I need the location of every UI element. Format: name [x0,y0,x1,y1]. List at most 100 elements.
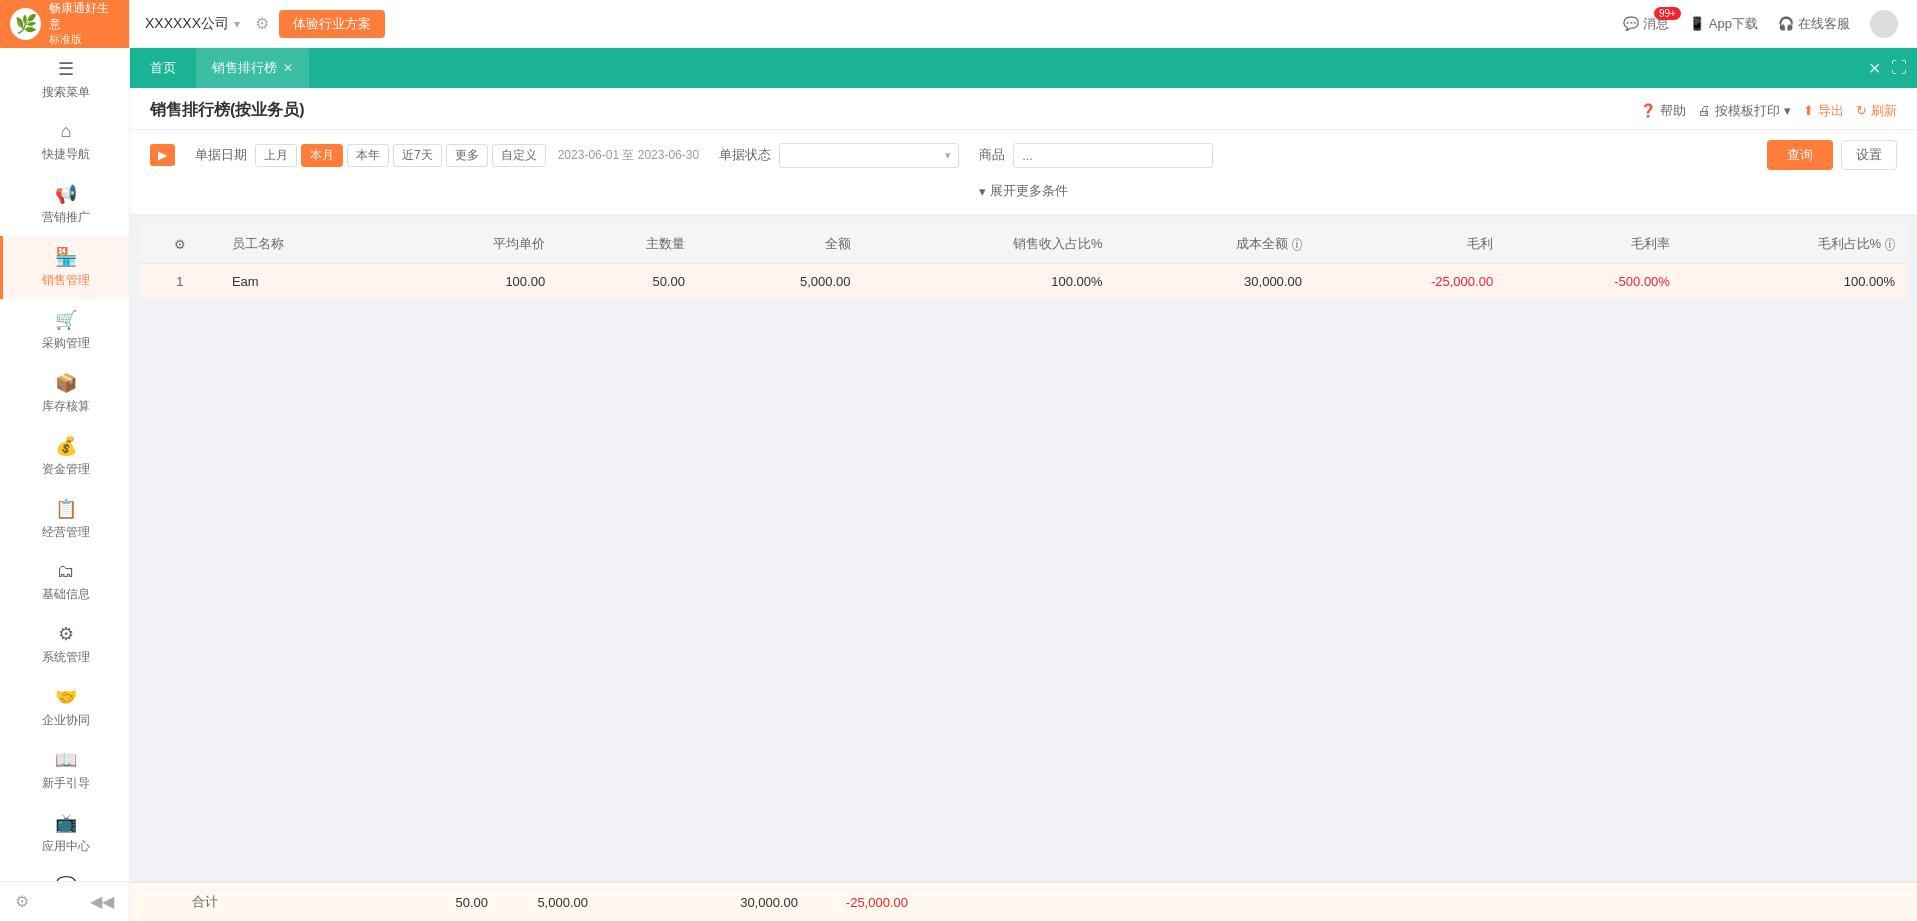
goods-input[interactable] [1013,143,1213,168]
print-btn[interactable]: 🖨 按模板打印 ▾ [1698,102,1791,120]
guide-icon: 📖 [55,749,77,771]
print-chevron-icon: ▾ [1784,103,1791,118]
date-btn-last-month[interactable]: 上月 [255,144,297,167]
refresh-label: 刷新 [1871,102,1897,120]
date-range: 2023-06-01 至 2023-06-30 [558,147,699,164]
table-header-row: ⚙ 员工名称 平均单价 主数量 全额 销售收入占比% 成本全额 i 毛利 毛利率… [140,225,1907,264]
expand-more-btn[interactable]: ▾ 展开更多条件 [150,178,1897,204]
app-download-label: App下载 [1709,15,1758,33]
goods-label: 商品 [979,146,1005,164]
summary-main-qty: 50.00 [420,895,500,910]
sidebar-item-quick-nav[interactable]: ⌂ 快捷导航 [0,111,129,173]
phone-icon: 📱 [1689,16,1705,31]
collapse-sidebar-icon[interactable]: ◀◀ [90,892,114,911]
inventory-label: 库存核算 [42,398,90,415]
summary-gross: -25,000.00 [810,895,920,910]
date-buttons: 上月 本月 本年 近7天 更多 自定义 [255,144,546,167]
status-select[interactable] [779,143,959,168]
col-gross-rate: 毛利率 [1505,225,1682,264]
date-btn-7days[interactable]: 近7天 [393,144,442,167]
col-settings[interactable]: ⚙ [140,225,220,264]
status-filter: 单据状态 [719,143,959,168]
summary-amount: 5,000.00 [500,895,600,910]
col-main-qty: 主数量 [557,225,697,264]
col-amount: 全额 [697,225,863,264]
system-label: 系统管理 [42,649,90,666]
filter-settings-btn[interactable]: 设置 [1841,140,1897,170]
main-table: ⚙ 员工名称 平均单价 主数量 全额 销售收入占比% 成本全额 i 毛利 毛利率… [140,225,1907,300]
refresh-icon: ↻ [1856,103,1867,118]
col-avg-price: 平均单价 [389,225,558,264]
sidebar-item-enterprise-wechat[interactable]: 💬 企业微信 [0,865,129,881]
help-btn[interactable]: ❓ 帮助 [1640,102,1686,120]
settings-footer-icon[interactable]: ⚙ [15,892,29,911]
sidebar-item-purchase-mgmt[interactable]: 🛒 采购管理 [0,299,129,362]
tab-close-icon[interactable]: ✕ [283,61,293,75]
action-buttons: 查询 设置 [1767,140,1897,170]
operations-icon: 📋 [55,498,77,520]
message-btn[interactable]: 💬 消息 99+ [1623,15,1669,33]
search-orders-label: 搜索菜单 [42,84,90,101]
tab-home[interactable]: 首页 [130,48,196,88]
cell-gross-rate: -500.00% [1505,264,1682,300]
print-label: 按模板打印 [1715,102,1780,120]
quick-nav-icon: ⌂ [61,121,72,142]
table-body: 1 Eam 100.00 50.00 5,000.00 100.00% 30,0… [140,264,1907,300]
tab-sales-ranking[interactable]: 销售排行榜 ✕ [196,48,309,88]
filter-toggle-btn[interactable]: ▶ [150,144,175,166]
gross-pct-info-icon: i [1885,238,1895,251]
cost-info-icon: i [1292,238,1302,251]
app-download-btn[interactable]: 📱 App下载 [1689,15,1758,33]
sidebar-item-operations[interactable]: 📋 经营管理 [0,488,129,551]
tab-restore-btn[interactable]: ⛶ [1891,59,1907,77]
user-avatar[interactable] [1870,10,1902,38]
sidebar-item-finance[interactable]: 💰 资金管理 [0,425,129,488]
cell-cost: 30,000.00 [1115,264,1314,300]
table-row: 1 Eam 100.00 50.00 5,000.00 100.00% 30,0… [140,264,1907,300]
col-cost: 成本全额 i [1115,225,1314,264]
refresh-btn[interactable]: ↻ 刷新 [1856,102,1897,120]
help-label: 帮助 [1660,102,1686,120]
logo-text: 畅康通好生意 标准版 [49,1,119,46]
sidebar-item-guide[interactable]: 📖 新手引导 [0,739,129,802]
online-support-btn[interactable]: 🎧 在线客服 [1778,15,1850,33]
query-btn[interactable]: 查询 [1767,140,1833,170]
date-label: 单据日期 [195,146,247,164]
trial-btn[interactable]: 体验行业方案 [279,10,385,38]
sidebar-item-app-center[interactable]: 📺 应用中心 [0,802,129,865]
export-btn[interactable]: ⬆ 导出 [1803,102,1844,120]
headset-icon: 🎧 [1778,16,1794,31]
date-btn-custom[interactable]: 自定义 [492,144,546,167]
company-settings-icon[interactable]: ⚙ [255,14,269,33]
sidebar-item-sales-mgmt[interactable]: 🏪 销售管理 [0,236,129,299]
date-btn-this-year[interactable]: 本年 [347,144,389,167]
sidebar-item-enterprise[interactable]: 🤝 企业协同 [0,676,129,739]
date-btn-this-month[interactable]: 本月 [301,144,343,167]
sidebar-item-system[interactable]: ⚙ 系统管理 [0,613,129,676]
finance-label: 资金管理 [42,461,90,478]
summary-row: 合计 50.00 5,000.00 30,000.00 -25,000.00 [130,881,1917,921]
status-label: 单据状态 [719,146,771,164]
sidebar-item-marketing[interactable]: 📢 营销推广 [0,173,129,236]
message-badge: 99+ [1654,7,1681,20]
sidebar-item-basic-info[interactable]: 🗂 基础信息 [0,551,129,613]
purchase-mgmt-icon: 🛒 [55,309,77,331]
company-selector[interactable]: XXXXXX公司 ▾ [145,15,240,33]
sales-mgmt-label: 销售管理 [42,272,90,289]
date-btn-more[interactable]: 更多 [446,144,488,167]
sidebar-item-search-orders[interactable]: ☰ 搜索菜单 [0,48,129,111]
search-orders-icon: ☰ [58,58,74,80]
page-title: 销售排行榜(按业务员) [150,100,305,121]
support-label: 在线客服 [1798,15,1850,33]
export-icon: ⬆ [1803,103,1814,118]
sidebar-item-inventory[interactable]: 📦 库存核算 [0,362,129,425]
app-center-icon: 📺 [55,812,77,834]
enterprise-label: 企业协同 [42,712,90,729]
finance-icon: 💰 [55,435,77,457]
guide-label: 新手引导 [42,775,90,792]
cell-rank: 1 [140,264,220,300]
page-header: 销售排行榜(按业务员) ❓ 帮助 🖨 按模板打印 ▾ ⬆ 导出 [130,88,1917,130]
app-center-label: 应用中心 [42,838,90,855]
tab-close-btn[interactable]: ✕ [1868,59,1881,78]
company-name: XXXXXX公司 [145,15,229,33]
